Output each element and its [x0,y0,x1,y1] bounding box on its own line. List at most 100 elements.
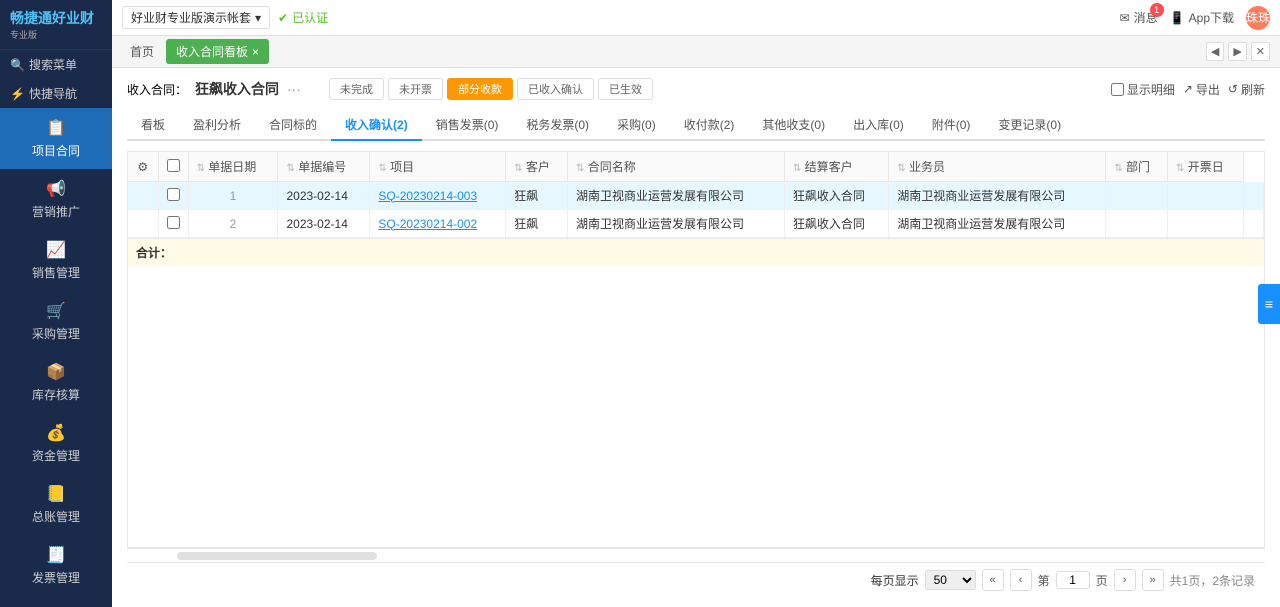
more-options-icon[interactable]: ··· [287,81,301,97]
app-download-label: App下载 [1189,9,1234,26]
row-settlement-1: 湖南卫视商业运营发展有限公司 [889,210,1106,238]
page-suffix: 页 [1096,572,1108,589]
sidebar-item-7[interactable]: 🧾发票管理 [0,535,112,596]
tab-prev-button[interactable]: ◀ [1206,42,1224,61]
quick-nav-icon: ⚡ [10,87,25,101]
sidebar-search[interactable]: 🔍 搜索菜单 [0,50,112,79]
row-check-0[interactable] [158,182,188,210]
per-page-label: 每页显示 [871,572,919,589]
invoice-date-col-header: ⇅ 开票日 [1168,152,1244,182]
sub-tab-8[interactable]: 其他收支(0) [748,110,839,141]
sidebar-item-6[interactable]: 📒总账管理 [0,474,112,535]
row-check-1[interactable] [158,210,188,238]
row-project-0: 狂飙 [506,182,568,210]
content-area: 收入合同： 狂飙收入合同 ··· 未完成未开票部分收款已收入确认已生效 显示明细… [112,68,1280,607]
project-col-header: ⇅ 项目 [370,152,506,182]
row-contract-1: 狂飙收入合同 [784,210,888,238]
row-settings-1[interactable] [128,210,158,238]
close-tab-icon[interactable]: × [252,45,259,59]
tab-close-button[interactable]: ✕ [1251,42,1270,61]
sidebar-label-3: 采购管理 [32,325,80,342]
sub-tab-10[interactable]: 附件(0) [918,110,985,141]
total-records-info: 共1页，2条记录 [1170,572,1255,589]
show-detail-checkbox[interactable] [1111,83,1124,96]
sub-tab-5[interactable]: 税务发票(0) [512,110,603,141]
number-col-header: ⇅ 单据编号 [278,152,370,182]
sub-tab-7[interactable]: 收付款(2) [670,110,749,141]
sub-tab-6[interactable]: 采购(0) [603,110,670,141]
sub-tab-2[interactable]: 合同标的 [255,110,331,141]
sub-tab-1[interactable]: 盈利分析 [179,110,255,141]
status-btn-2[interactable]: 部分收款 [447,78,513,100]
first-page-button[interactable]: « [982,569,1004,591]
doc-number-link-1[interactable]: SQ-20230214-002 [378,217,477,231]
sidebar-icon-7: 🧾 [46,545,66,565]
row-number-1[interactable]: SQ-20230214-002 [370,210,506,238]
status-btn-4[interactable]: 已生效 [598,78,653,100]
sidebar-item-5[interactable]: 💰资金管理 [0,413,112,474]
sub-tab-9[interactable]: 出入库(0) [839,110,918,141]
sub-tab-11[interactable]: 变更记录(0) [984,110,1075,141]
right-action-button[interactable]: ≡ [1258,284,1280,324]
status-btn-3[interactable]: 已收入确认 [517,78,594,100]
sidebar-item-3[interactable]: 🛒采购管理 [0,291,112,352]
user-avatar[interactable]: 珠珠 [1246,6,1270,30]
message-button[interactable]: ✉ 消息 1 [1120,9,1158,26]
app-download-button[interactable]: 📱 App下载 [1170,9,1234,26]
sidebar-item-8[interactable]: 🏛税务管理 [0,596,112,607]
home-tab[interactable]: 首页 [122,39,162,64]
table-row[interactable]: 1 2023-02-14 SQ-20230214-003 狂飙 湖南卫视商业运营… [128,182,1264,210]
checkbox-col-header[interactable] [158,152,188,182]
home-label: 首页 [130,45,154,59]
page-number-input[interactable] [1056,571,1090,589]
sidebar-label-4: 库存核算 [32,386,80,403]
settings-col-header[interactable]: ⚙ [128,152,158,182]
row-customer-1: 湖南卫视商业运营发展有限公司 [567,210,784,238]
refresh-button[interactable]: ↺ 刷新 [1228,81,1265,98]
row-invoice-date-0 [1243,182,1263,210]
topbar-left: 好业财专业版演示帐套 ▾ ✔ 已认证 [122,6,328,29]
row-date-0: 2023-02-14 [278,182,370,210]
table-row[interactable]: 2 2023-02-14 SQ-20230214-002 狂飙 湖南卫视商业运营… [128,210,1264,238]
sidebar-label-5: 资金管理 [32,447,80,464]
active-tab[interactable]: 收入合同看板 × [166,39,269,64]
sidebar-label-0: 项目合同 [32,142,80,159]
show-detail-toggle[interactable]: 显示明细 [1111,81,1175,98]
select-all-checkbox[interactable] [167,159,180,172]
contract-header: 收入合同： 狂飙收入合同 ··· 未完成未开票部分收款已收入确认已生效 显示明细… [127,78,1265,100]
row-dept-1 [1168,210,1244,238]
horizontal-scrollbar[interactable] [127,548,1265,562]
last-page-button[interactable]: » [1142,569,1164,591]
sidebar-item-0[interactable]: 📋 项目合同 [0,108,112,169]
company-selector[interactable]: 好业财专业版演示帐套 ▾ [122,6,270,29]
refresh-label: 刷新 [1241,81,1265,98]
doc-number-link-0[interactable]: SQ-20230214-003 [378,189,477,203]
export-button[interactable]: ↗ 导出 [1183,81,1220,98]
message-icon: ✉ [1120,11,1130,25]
quick-nav[interactable]: ⚡ 快捷导航 [0,79,112,108]
sub-tab-3[interactable]: 收入确认(2) [331,110,422,141]
per-page-select[interactable]: 50 100 200 [925,570,976,590]
prev-page-button[interactable]: ‹ [1010,569,1032,591]
scrollbar-thumb[interactable] [177,552,377,560]
header-row: ⚙ ⇅ 单据日期 ⇅ 单据编号 ⇅ 项目 ⇅ 客户 ⇅ 合同名称 ⇅ 结算客户 … [128,152,1264,182]
sidebar-item-4[interactable]: 📦库存核算 [0,352,112,413]
records-table: ⚙ ⇅ 单据日期 ⇅ 单据编号 ⇅ 项目 ⇅ 客户 ⇅ 合同名称 ⇅ 结算客户 … [128,152,1264,238]
next-page-button[interactable]: › [1114,569,1136,591]
sidebar-icon-1: 📢 [46,179,66,199]
dept-col-header: ⇅ 部门 [1106,152,1168,182]
sub-tab-0[interactable]: 看板 [127,110,179,141]
row-project-1: 狂飙 [506,210,568,238]
contract-prefix: 收入合同： [127,81,187,98]
status-btn-1[interactable]: 未开票 [388,78,443,100]
row-settings-0[interactable] [128,182,158,210]
status-btn-0[interactable]: 未完成 [329,78,384,100]
contract-col-header: ⇅ 合同名称 [567,152,784,182]
sidebar-item-2[interactable]: 📈销售管理 [0,230,112,291]
check-icon: ✔ [278,11,288,25]
sidebar-item-1[interactable]: 📢营销推广 [0,169,112,230]
sidebar-icon-0: 📋 [46,118,66,138]
tab-next-button[interactable]: ▶ [1228,42,1246,61]
row-number-0[interactable]: SQ-20230214-003 [370,182,506,210]
sub-tab-4[interactable]: 销售发票(0) [422,110,513,141]
